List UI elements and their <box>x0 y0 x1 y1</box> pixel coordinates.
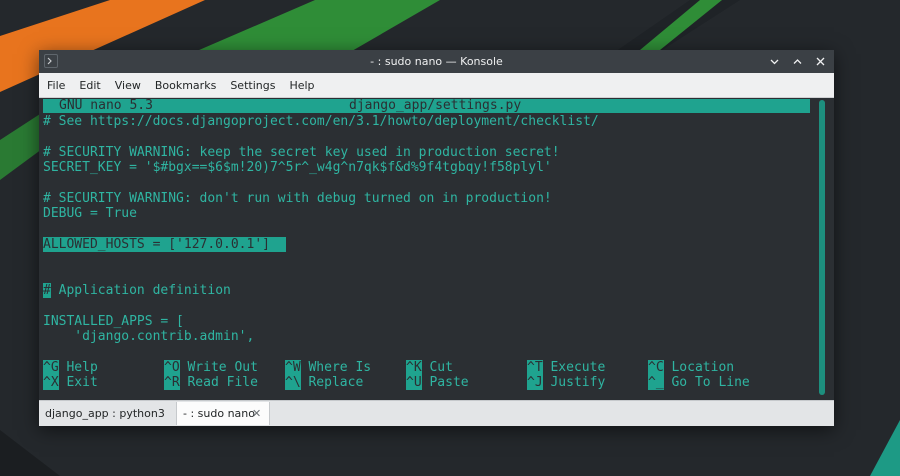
minimize-icon[interactable] <box>767 54 782 69</box>
title-bar[interactable]: - : sudo nano — Konsole <box>39 50 834 73</box>
maximize-icon[interactable] <box>790 54 805 69</box>
menu-bar: File Edit View Bookmarks Settings Help <box>39 73 834 98</box>
window-title: - : sudo nano — Konsole <box>370 55 503 68</box>
menu-file[interactable]: File <box>40 73 72 98</box>
code-line: # SECURITY WARNING: don't run with debug… <box>43 191 552 206</box>
tab-close-icon[interactable]: ✕ <box>252 402 261 425</box>
code-line: # See https://docs.djangoproject.com/en/… <box>43 114 599 129</box>
shortcut-where-is: ^W Where Is <box>285 360 372 375</box>
shortcut-justify: ^J Justify <box>527 375 606 390</box>
nano-filename: django_app/settings.py <box>349 98 522 113</box>
tab-sudo-nano[interactable]: - : sudo nano ✕ <box>177 402 270 425</box>
menu-settings[interactable]: Settings <box>223 73 282 98</box>
nano-version: GNU nano 5.3 <box>59 98 153 113</box>
menu-bookmarks[interactable]: Bookmarks <box>148 73 223 98</box>
code-line: SECRET_KEY = '$#bgx==$6$m!20)7^5r^_w4g^n… <box>43 160 552 175</box>
shortcut-help: ^G Help <box>43 360 98 375</box>
shortcut-execute: ^T Execute <box>527 360 606 375</box>
code-line: # Application definition <box>43 283 231 298</box>
code-line: 'django.contrib.admin', <box>43 329 255 344</box>
shortcut-write-out: ^O Write Out <box>164 360 258 375</box>
scrollbar-thumb[interactable] <box>819 100 825 395</box>
shortcut-cut: ^K Cut <box>406 360 453 375</box>
highlighted-text: ALLOWED_HOSTS = ['127.0.0.1'] <box>43 237 270 252</box>
tab-python3[interactable]: django_app : python3 <box>39 402 177 425</box>
tab-bar: django_app : python3 - : sudo nano ✕ <box>39 400 834 426</box>
shortcut-location: ^C Location <box>648 360 735 375</box>
menu-edit[interactable]: Edit <box>72 73 107 98</box>
shortcut-paste: ^U Paste <box>406 375 469 390</box>
code-line: # SECURITY WARNING: keep the secret key … <box>43 145 560 160</box>
tab-label: - : sudo nano <box>183 407 255 420</box>
code-line: DEBUG = True <box>43 206 137 221</box>
konsole-window: - : sudo nano — Konsole File Edit View B… <box>39 50 834 426</box>
shortcut-exit: ^X Exit <box>43 375 98 390</box>
allowed-hosts-line: ALLOWED_HOSTS = ['127.0.0.1'] <box>43 237 286 252</box>
terminal-area[interactable]: GNU nano 5.3 django_app/settings.py # Se… <box>39 98 834 400</box>
menu-help[interactable]: Help <box>282 73 321 98</box>
shortcut-replace: ^\ Replace <box>285 375 364 390</box>
shortcut-go-to-line: ^_ Go To Line <box>648 375 750 390</box>
menu-view[interactable]: View <box>108 73 148 98</box>
tab-label: django_app : python3 <box>45 407 165 420</box>
cursor: # <box>43 283 51 298</box>
shortcut-read-file: ^R Read File <box>164 375 258 390</box>
close-icon[interactable] <box>813 54 828 69</box>
code-line: INSTALLED_APPS = [ <box>43 314 184 329</box>
